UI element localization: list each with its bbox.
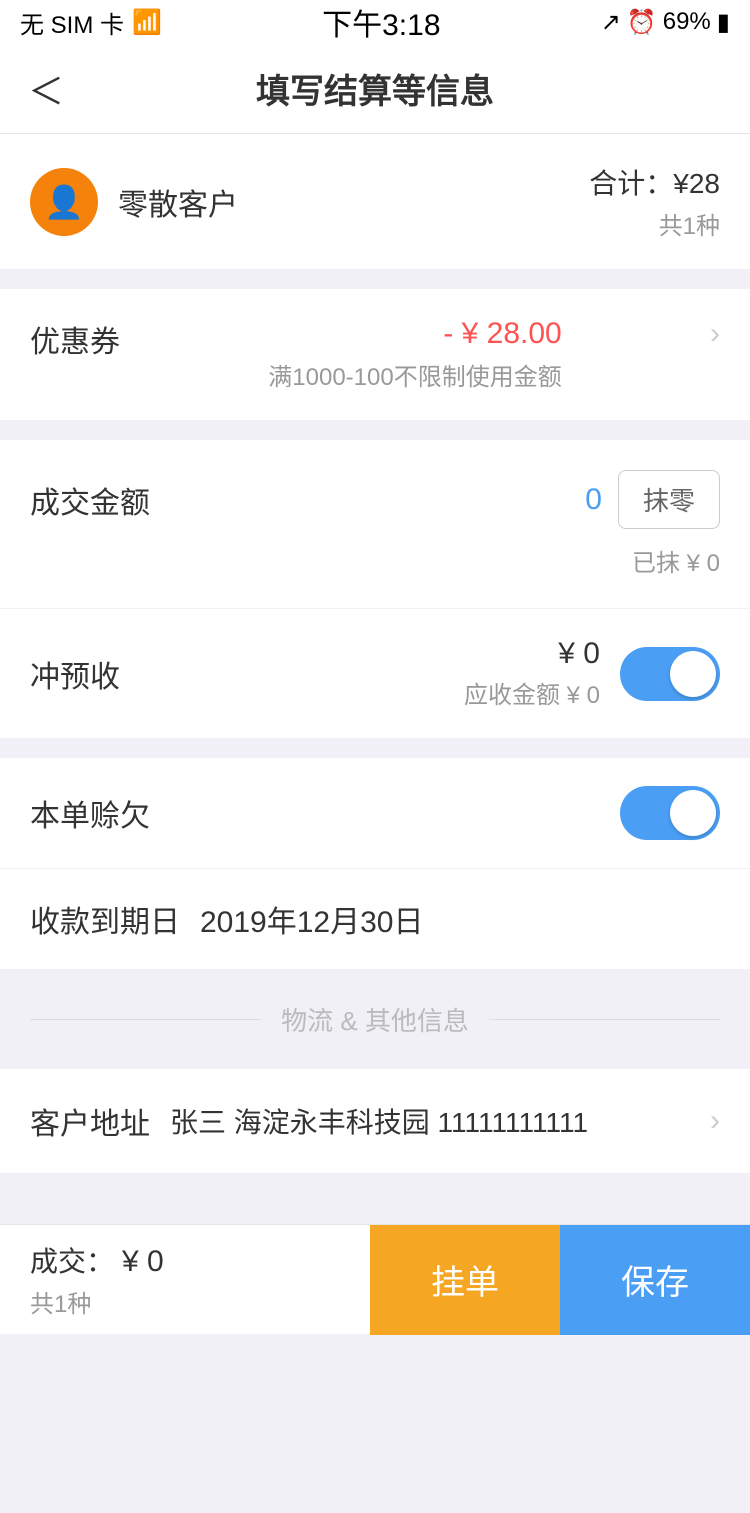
section-gap-2 [0,420,750,440]
due-date-value: 2019年12月30日 [200,897,423,941]
address-row[interactable]: 客户地址 张三 海淀永丰科技园 11111111111 › [0,1069,750,1173]
transaction-sub: 已抹 ¥ 0 [30,537,720,578]
debt-toggle-knob [670,790,716,836]
battery-icon: ▮ [717,8,730,37]
coupon-label: 优惠券 [30,317,120,361]
coupon-row[interactable]: 优惠券 - ¥ 28.00 满1000-100不限制使用金额 › [0,289,750,420]
section-gap-4 [0,969,750,989]
chong-amount: ¥ 0 [464,637,600,671]
chong-label: 冲预收 [30,652,120,696]
alarm-icon: ⏰ [627,8,657,37]
save-button[interactable]: 保存 [560,1225,750,1335]
due-date-row: 收款到期日 2019年12月30日 [30,897,720,941]
due-date-section: 收款到期日 2019年12月30日 [0,868,750,969]
address-chevron-icon: › [710,1104,720,1138]
customer-name: 零散客户 [118,180,238,224]
section-gap-1 [0,269,750,289]
debt-section: 本单赊欠 [0,758,750,868]
coupon-desc: 满1000-100不限制使用金额 [268,357,561,392]
section-gap-3 [0,738,750,758]
status-bar-time: 下午3:18 [322,0,440,44]
customer-row: 👤 零散客户 合计：¥28 共1种 [0,134,750,269]
back-button[interactable]: ＜ [28,63,64,115]
bottom-deal-label: 成交： [30,1240,114,1280]
nav-bar: ＜ 填写结算等信息 [0,44,750,134]
battery-level: 69% [663,8,711,36]
bottom-spacer [0,1403,750,1513]
customer-total: 合计：¥28 [589,162,720,202]
section-gap-5 [0,1049,750,1069]
maling-button[interactable]: 抹零 [618,470,720,529]
coupon-right: - ¥ 28.00 满1000-100不限制使用金额 [268,317,561,392]
coupon-chevron: › [710,317,720,351]
bottom-info: 成交： ¥ 0 共1种 [0,1240,370,1319]
sim-status: 无 SIM 卡 [20,5,124,40]
coupon-amount: - ¥ 28.00 [268,317,561,351]
due-date-label: 收款到期日 [30,897,180,941]
customer-count: 共1种 [589,206,720,241]
customer-avatar: 👤 [30,168,98,236]
address-label: 客户地址 [30,1099,150,1143]
location-icon: ↗ [601,8,621,37]
transaction-row: 成交金额 0 抹零 已抹 ¥ 0 [0,440,750,608]
address-value: 张三 海淀永丰科技园 11111111111 [170,1101,710,1141]
chong-values: ¥ 0 应收金额 ¥ 0 [464,637,600,710]
chong-yushou-row: 冲预收 ¥ 0 应收金额 ¥ 0 [0,608,750,738]
debt-label: 本单赊欠 [30,791,150,835]
customer-right: 合计：¥28 共1种 [589,162,720,241]
chong-toggle-knob [670,651,716,697]
debt-toggle[interactable] [620,786,720,840]
status-bar-right: ↗ ⏰ 69% ▮ [601,8,730,37]
bottom-deal-sub: 共1种 [30,1284,340,1319]
avatar-icon: 👤 [44,183,84,221]
bottom-bar: 成交： ¥ 0 共1种 挂单 保存 [0,1224,750,1334]
chong-toggle[interactable] [620,647,720,701]
transaction-label: 成交金额 [30,478,150,522]
logistics-divider: 物流 & 其他信息 [0,989,750,1049]
status-bar-left: 无 SIM 卡 📶 [20,5,162,40]
customer-left: 👤 零散客户 [30,168,238,236]
bottom-deal-amount: ¥ 0 [122,1245,164,1279]
chong-right: ¥ 0 应收金额 ¥ 0 [464,637,720,710]
page-title: 填写结算等信息 [256,64,494,113]
transaction-value: 0 [585,483,602,517]
logistics-label: 物流 & 其他信息 [261,1001,489,1038]
status-bar: 无 SIM 卡 📶 下午3:18 ↗ ⏰ 69% ▮ [0,0,750,44]
transaction-sublabel: 已抹 ¥ 0 [632,543,720,578]
chong-sub: 应收金额 ¥ 0 [464,675,600,710]
hang-button[interactable]: 挂单 [370,1225,560,1335]
wifi-icon: 📶 [132,8,162,37]
transaction-top: 成交金额 0 抹零 [30,470,720,529]
